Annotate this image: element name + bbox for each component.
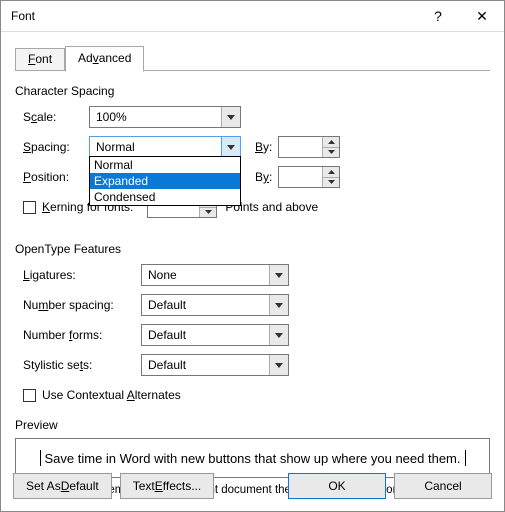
number-forms-value: Default bbox=[142, 328, 269, 342]
spacing-label: Spacing: bbox=[23, 140, 89, 154]
caret-icon bbox=[465, 450, 466, 466]
number-spacing-combo[interactable]: Default bbox=[141, 294, 289, 316]
number-forms-combo[interactable]: Default bbox=[141, 324, 289, 346]
spacing-value: Normal bbox=[90, 140, 221, 154]
group-title-character-spacing: Character Spacing bbox=[15, 84, 490, 98]
number-forms-label: Number forms: bbox=[23, 328, 141, 342]
scale-label: Scale: bbox=[23, 110, 89, 124]
ligatures-combo[interactable]: None bbox=[141, 264, 289, 286]
set-default-button[interactable]: Set As Default bbox=[13, 473, 112, 499]
spacing-combo[interactable]: Normal bbox=[89, 136, 241, 158]
scale-combo[interactable]: 100% bbox=[89, 106, 241, 128]
chevron-up-icon[interactable] bbox=[323, 167, 339, 178]
chevron-down-icon bbox=[269, 295, 288, 315]
stylistic-sets-value: Default bbox=[142, 358, 269, 372]
titlebar: Font ? ✕ bbox=[1, 1, 504, 32]
position-label: Position: bbox=[23, 170, 89, 184]
chevron-down-icon bbox=[269, 325, 288, 345]
text-effects-button[interactable]: Text Effects... bbox=[120, 473, 215, 499]
tab-advanced[interactable]: Advanced bbox=[65, 46, 144, 72]
spacing-by-label: By: bbox=[255, 140, 272, 154]
number-spacing-label: Number spacing: bbox=[23, 298, 141, 312]
position-by-label: By: bbox=[255, 170, 272, 184]
client-area: Font Advanced Character Spacing Scale: 1… bbox=[1, 32, 504, 496]
button-bar: Set As Default Text Effects... OK Cancel bbox=[13, 473, 492, 499]
spinner-arrows bbox=[322, 167, 339, 187]
font-dialog: Font ? ✕ Font Advanced Character Spacing… bbox=[0, 0, 505, 512]
tabstrip: Font Advanced bbox=[15, 44, 490, 70]
caret-icon bbox=[40, 450, 41, 466]
spacing-dropdown-list[interactable]: Normal Expanded Condensed bbox=[89, 156, 241, 206]
contextual-alternates-checkbox[interactable] bbox=[23, 389, 36, 402]
dialog-title: Font bbox=[11, 9, 416, 23]
ligatures-label: Ligatures: bbox=[23, 268, 141, 282]
help-button[interactable]: ? bbox=[416, 1, 460, 31]
group-opentype: OpenType Features Ligatures: None Number… bbox=[15, 242, 490, 408]
chevron-down-icon bbox=[269, 265, 288, 285]
position-by-spinner[interactable] bbox=[278, 166, 340, 188]
kerning-checkbox[interactable] bbox=[23, 201, 36, 214]
preview-text: Save time in Word with new buttons that … bbox=[45, 451, 461, 466]
spacing-option-normal[interactable]: Normal bbox=[90, 157, 240, 173]
tab-font[interactable]: Font bbox=[15, 48, 65, 71]
help-icon: ? bbox=[434, 8, 442, 24]
cancel-button[interactable]: Cancel bbox=[394, 473, 492, 499]
chevron-down-icon[interactable] bbox=[323, 178, 339, 188]
chevron-down-icon bbox=[269, 355, 288, 375]
chevron-up-icon[interactable] bbox=[323, 137, 339, 148]
group-title-opentype: OpenType Features bbox=[15, 242, 490, 256]
ligatures-value: None bbox=[142, 268, 269, 282]
scale-value: 100% bbox=[90, 110, 221, 124]
stylistic-sets-label: Stylistic sets: bbox=[23, 358, 141, 372]
group-title-preview: Preview bbox=[15, 418, 490, 432]
chevron-down-icon[interactable] bbox=[200, 208, 216, 218]
close-button[interactable]: ✕ bbox=[460, 1, 504, 31]
number-spacing-value: Default bbox=[142, 298, 269, 312]
spacing-option-expanded[interactable]: Expanded bbox=[90, 173, 240, 189]
group-character-spacing: Character Spacing Scale: 100% Spacing: N… bbox=[15, 84, 490, 220]
contextual-alternates-label: Use Contextual Alternates bbox=[42, 388, 181, 402]
chevron-down-icon bbox=[221, 137, 240, 157]
preview-box: Save time in Word with new buttons that … bbox=[15, 438, 490, 478]
chevron-down-icon bbox=[221, 107, 240, 127]
spacing-option-condensed[interactable]: Condensed bbox=[90, 189, 240, 205]
stylistic-sets-combo[interactable]: Default bbox=[141, 354, 289, 376]
spinner-arrows bbox=[322, 137, 339, 157]
chevron-down-icon[interactable] bbox=[323, 148, 339, 158]
close-icon: ✕ bbox=[476, 8, 488, 25]
ok-button[interactable]: OK bbox=[288, 473, 386, 499]
spacing-by-spinner[interactable] bbox=[278, 136, 340, 158]
